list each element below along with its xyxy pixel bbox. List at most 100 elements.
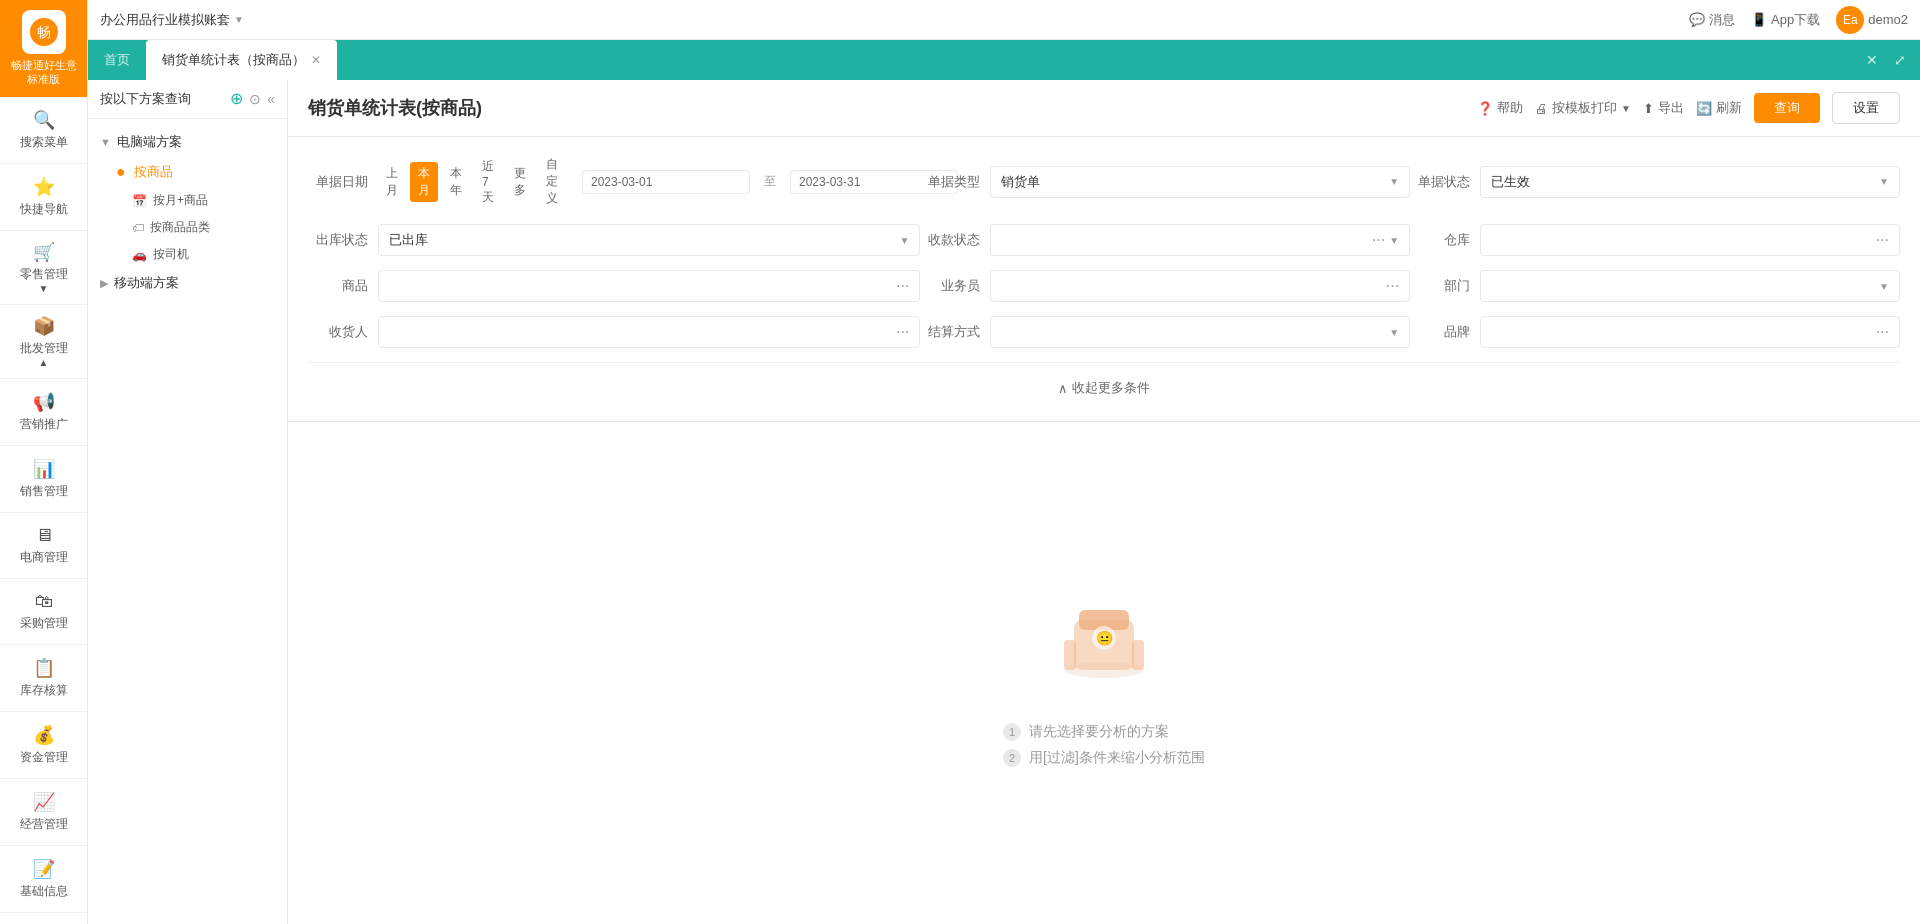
sidebar-item-finance[interactable]: 💰 资金管理 (0, 712, 87, 779)
collapse-filter-btn[interactable]: ∧ 收起更多条件 (1050, 371, 1158, 405)
sales-icon: 📊 (33, 458, 55, 480)
filter-row-1: 单据日期 上月 本月 本年 近7天 更多 自定义 至 (308, 153, 1900, 210)
sidebar-item-operation[interactable]: 📈 经营管理 (0, 779, 87, 846)
filter-field-out-status: 出库状态 已出库 ▼ (308, 224, 920, 256)
sidebar-item-ecommerce[interactable]: 🖥 电商管理 (0, 513, 87, 579)
edit-scheme-btn[interactable]: ⊙ (249, 92, 261, 106)
date-separator: 至 (758, 173, 782, 190)
brand-control[interactable]: ··· (1480, 316, 1900, 348)
filter-field-type: 单据类型 销货单 ▼ (920, 166, 1410, 198)
scheme-group-mobile-header[interactable]: ▶ 移动端方案 (88, 268, 287, 298)
sidebar-item-retail[interactable]: 🛒 零售管理 ▼ (0, 231, 87, 305)
sidebar-item-label: 销售管理 (20, 483, 68, 500)
chevron-up-icon: ▲ (39, 357, 49, 368)
export-label: 导出 (1658, 99, 1684, 117)
sidebar-item-label: 营销推广 (20, 416, 68, 433)
date-label: 单据日期 (308, 173, 378, 191)
sidebar-menu: 🔍 搜索菜单 ⭐ 快捷导航 🛒 零售管理 ▼ 📦 批发管理 ▲ 📢 营销推广 📊… (0, 97, 87, 924)
tab-home[interactable]: 首页 (88, 40, 146, 80)
tab-sales-stat[interactable]: 销货单统计表（按商品） ✕ (146, 40, 337, 80)
app-download-btn[interactable]: 📱 App下载 (1751, 11, 1820, 29)
help-btn[interactable]: ❓ 帮助 (1477, 99, 1523, 117)
scheme-header: 按以下方案查询 ⊕ ⊙ « (88, 80, 287, 119)
salesperson-control[interactable]: ··· (990, 270, 1410, 302)
template-print-btn[interactable]: 🖨 按模板打印 ▼ (1535, 99, 1631, 117)
sidebar-item-wholesale[interactable]: 📦 批发管理 ▲ (0, 305, 87, 379)
sidebar-item-inventory[interactable]: 📋 库存核算 (0, 645, 87, 712)
more-options-icon[interactable]: ··· (1876, 231, 1889, 249)
sidebar-item-marketing[interactable]: 📢 营销推广 (0, 379, 87, 446)
more-options-icon[interactable]: ··· (896, 277, 909, 295)
sidebar-item-label: 采购管理 (20, 615, 68, 632)
inventory-icon: 📋 (33, 657, 55, 679)
scheme-group-mobile: ▶ 移动端方案 (88, 268, 287, 298)
scheme-sub-item-department[interactable]: 🚗 按司机 (88, 241, 287, 268)
scheme-sub-item-month-product[interactable]: 📅 按月+商品 (88, 187, 287, 214)
scheme-group-desktop: ▼ 电脑端方案 ● 按商品 📅 按月+商品 🏷 按商品品类 (88, 127, 287, 268)
warehouse-control[interactable]: ··· (1480, 224, 1900, 256)
receiver-control[interactable]: ··· (378, 316, 920, 348)
date-tab-this-month[interactable]: 本月 (410, 162, 438, 202)
app-download-label: App下载 (1771, 11, 1820, 29)
date-tab-custom[interactable]: 自定义 (538, 153, 566, 210)
sidebar-item-purchase[interactable]: 🛍 采购管理 (0, 579, 87, 645)
tab-bar: 首页 销货单统计表（按商品） ✕ ✕ ⤢ (88, 40, 1920, 80)
receive-status-control[interactable]: ··· ▼ (990, 224, 1410, 256)
type-control[interactable]: 销货单 ▼ (990, 166, 1410, 198)
scheme-sub-item-product-category[interactable]: 🏷 按商品品类 (88, 214, 287, 241)
sidebar-item-search[interactable]: 🔍 搜索菜单 (0, 97, 87, 164)
more-options-icon[interactable]: ··· (1372, 231, 1385, 249)
status-value: 已生效 (1491, 173, 1875, 191)
wholesale-icon: 📦 (33, 315, 55, 337)
user-label: demo2 (1868, 12, 1908, 27)
payment-control[interactable]: ▼ (990, 316, 1410, 348)
date-tab-7days[interactable]: 近7天 (474, 155, 502, 209)
scheme-group-desktop-label: 电脑端方案 (117, 133, 182, 151)
print-icon: 🖨 (1535, 101, 1548, 116)
out-status-control[interactable]: 已出库 ▼ (378, 224, 920, 256)
date-tab-this-year[interactable]: 本年 (442, 162, 470, 202)
more-options-icon[interactable]: ··· (896, 323, 909, 341)
ecommerce-icon: 🖥 (35, 525, 53, 546)
out-status-label: 出库状态 (308, 231, 378, 249)
user-btn[interactable]: Ea demo2 (1836, 6, 1908, 34)
refresh-btn[interactable]: 🔄 刷新 (1696, 99, 1742, 117)
account-selector[interactable]: 办公用品行业模拟账套 ▼ (100, 11, 244, 29)
settings-button[interactable]: 设置 (1832, 92, 1900, 124)
scheme-sub-item-product-category-label: 按商品品类 (150, 219, 210, 236)
add-scheme-btn[interactable]: ⊕ (230, 91, 243, 107)
date-tab-last-month[interactable]: 上月 (378, 162, 406, 202)
sidebar-logo: 畅 畅捷通好生意 标准版 (0, 0, 87, 97)
product-control[interactable]: ··· (378, 270, 920, 302)
sidebar-item-system[interactable]: ⚙ 系统管理 (0, 913, 87, 924)
status-control[interactable]: 已生效 ▼ (1480, 166, 1900, 198)
finance-icon: 💰 (33, 724, 55, 746)
date-from-input[interactable] (582, 170, 750, 194)
close-tab-icon[interactable]: ✕ (311, 53, 321, 67)
empty-illustration: 😐 (1044, 580, 1164, 703)
scheme-group-desktop-header[interactable]: ▼ 电脑端方案 (88, 127, 287, 157)
sidebar-item-basic[interactable]: 📝 基础信息 (0, 846, 87, 913)
query-button[interactable]: 查询 (1754, 93, 1820, 123)
chevron-right-icon: ▶ (100, 277, 108, 290)
scheme-item-by-product[interactable]: ● 按商品 (88, 157, 287, 187)
date-tab-more[interactable]: 更多 (506, 162, 534, 202)
more-options-icon[interactable]: ··· (1876, 323, 1889, 341)
collapse-scheme-btn[interactable]: « (267, 92, 275, 106)
chevron-up-icon: ∧ (1058, 381, 1068, 396)
scheme-group-mobile-label: 移动端方案 (114, 274, 179, 292)
sidebar-item-sales[interactable]: 📊 销售管理 (0, 446, 87, 513)
message-btn[interactable]: 💬 消息 (1689, 11, 1735, 29)
sidebar-item-shortcut[interactable]: ⭐ 快捷导航 (0, 164, 87, 231)
chevron-down-icon: ▼ (1879, 176, 1889, 187)
top-header: 办公用品行业模拟账套 ▼ 💬 消息 📱 App下载 Ea demo2 (88, 0, 1920, 40)
out-status-value: 已出库 (389, 231, 895, 249)
dept-control[interactable]: ▼ (1480, 270, 1900, 302)
type-value: 销货单 (1001, 173, 1385, 191)
expand-window-btn[interactable]: ⤢ (1888, 48, 1912, 72)
filter-field-dept: 部门 ▼ (1410, 270, 1900, 302)
close-window-btn[interactable]: ✕ (1860, 48, 1884, 72)
export-btn[interactable]: ⬆ 导出 (1643, 99, 1684, 117)
scheme-item-by-product-label: 按商品 (134, 163, 173, 181)
more-options-icon[interactable]: ··· (1386, 277, 1399, 295)
